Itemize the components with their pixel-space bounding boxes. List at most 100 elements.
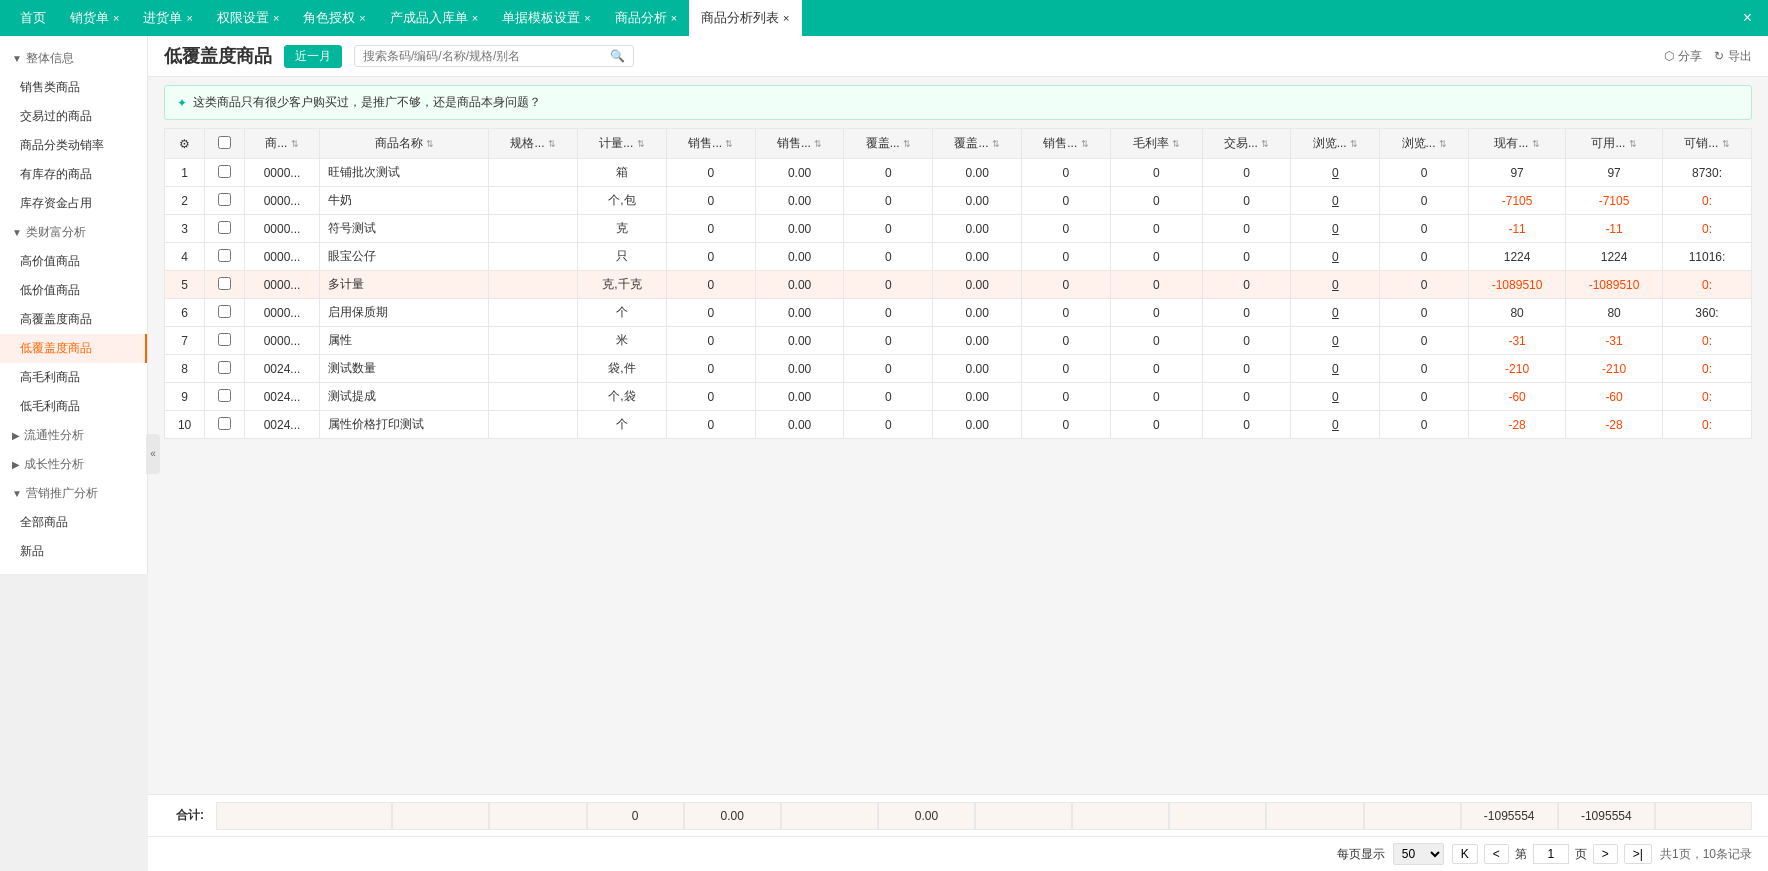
share-button[interactable]: ⬡ 分享 xyxy=(1664,48,1702,65)
sidebar-item-low-value[interactable]: 低价值商品 xyxy=(0,276,147,305)
sort-icon-name[interactable]: ⇅ xyxy=(426,139,434,149)
sidebar-item-low-coverage[interactable]: 低覆盖度商品 xyxy=(0,334,147,363)
sort-icon-cover1[interactable]: ⇅ xyxy=(903,139,911,149)
sidebar-section-overall[interactable]: ▼ 整体信息 xyxy=(0,44,147,73)
last-page-button[interactable]: >| xyxy=(1624,844,1652,864)
search-input[interactable] xyxy=(363,49,606,63)
cell-browse1[interactable]: 0 xyxy=(1291,271,1380,299)
nav-close-templates[interactable]: × xyxy=(584,12,590,24)
sidebar-item-category-rate[interactable]: 商品分类动销率 xyxy=(0,131,147,160)
cell-checkbox[interactable] xyxy=(205,187,245,215)
sort-icon-sales1[interactable]: ⇅ xyxy=(725,139,733,149)
settings-icon[interactable]: ⚙ xyxy=(179,137,190,151)
sort-icon-sellable[interactable]: ⇅ xyxy=(1722,139,1730,149)
window-close-button[interactable]: × xyxy=(1735,9,1760,27)
nav-home[interactable]: 首页 xyxy=(8,0,58,36)
cell-browse1[interactable]: 0 xyxy=(1291,299,1380,327)
sort-icon-profit[interactable]: ⇅ xyxy=(1172,139,1180,149)
select-all-checkbox[interactable] xyxy=(218,136,231,149)
cell-name: 眼宝公仔 xyxy=(320,243,489,271)
row-checkbox[interactable] xyxy=(218,305,231,318)
sidebar-item-capital-usage[interactable]: 库存资金占用 xyxy=(0,189,147,218)
row-checkbox[interactable] xyxy=(218,361,231,374)
cell-browse1[interactable]: 0 xyxy=(1291,215,1380,243)
page-input[interactable] xyxy=(1533,844,1569,864)
next-page-button[interactable]: > xyxy=(1593,844,1618,864)
nav-analysis[interactable]: 商品分析 × xyxy=(603,0,689,36)
sort-icon-code[interactable]: ⇅ xyxy=(291,139,299,149)
row-checkbox[interactable] xyxy=(218,165,231,178)
row-checkbox[interactable] xyxy=(218,389,231,402)
row-checkbox[interactable] xyxy=(218,249,231,262)
cell-checkbox[interactable] xyxy=(205,215,245,243)
sort-icon-current[interactable]: ⇅ xyxy=(1532,139,1540,149)
cell-checkbox[interactable] xyxy=(205,411,245,439)
cell-checkbox[interactable] xyxy=(205,159,245,187)
nav-products[interactable]: 产成品入库单 × xyxy=(378,0,490,36)
sidebar-item-high-coverage[interactable]: 高覆盖度商品 xyxy=(0,305,147,334)
cell-browse1[interactable]: 0 xyxy=(1291,355,1380,383)
nav-close-permissions[interactable]: × xyxy=(273,12,279,24)
cell-checkbox[interactable] xyxy=(205,299,245,327)
search-icon[interactable]: 🔍 xyxy=(610,49,625,63)
cell-spec xyxy=(489,215,578,243)
sidebar-section-quality[interactable]: ▼ 类财富分析 xyxy=(0,218,147,247)
sidebar-collapse-button[interactable]: « xyxy=(146,434,160,474)
sort-icon-sales3[interactable]: ⇅ xyxy=(1081,139,1089,149)
sort-icon-browse2[interactable]: ⇅ xyxy=(1439,139,1447,149)
cell-browse1[interactable]: 0 xyxy=(1291,187,1380,215)
row-checkbox[interactable] xyxy=(218,417,231,430)
sort-icon-available[interactable]: ⇅ xyxy=(1629,139,1637,149)
cell-checkbox[interactable] xyxy=(205,271,245,299)
export-button[interactable]: ↻ 导出 xyxy=(1714,48,1752,65)
sort-icon-cover2[interactable]: ⇅ xyxy=(992,139,1000,149)
col-spec: 规格... ⇅ xyxy=(489,129,578,159)
sidebar-item-high-profit[interactable]: 高毛利商品 xyxy=(0,363,147,392)
sort-icon-browse1[interactable]: ⇅ xyxy=(1350,139,1358,149)
cell-checkbox[interactable] xyxy=(205,243,245,271)
sidebar-item-low-profit[interactable]: 低毛利商品 xyxy=(0,392,147,421)
date-filter-recent-month[interactable]: 近一月 xyxy=(284,45,342,68)
sidebar-item-new-goods[interactable]: 新品 xyxy=(0,537,147,566)
prev-page-button[interactable]: < xyxy=(1484,844,1509,864)
sidebar-section-growth[interactable]: ▶ 成长性分析 xyxy=(0,450,147,479)
row-checkbox[interactable] xyxy=(218,277,231,290)
sidebar-item-sales-goods[interactable]: 销售类商品 xyxy=(0,73,147,102)
cell-checkbox[interactable] xyxy=(205,327,245,355)
nav-templates[interactable]: 单据模板设置 × xyxy=(490,0,602,36)
nav-purchase[interactable]: 进货单 × xyxy=(131,0,204,36)
sort-icon-trade[interactable]: ⇅ xyxy=(1261,139,1269,149)
row-checkbox[interactable] xyxy=(218,193,231,206)
nav-analysis-list[interactable]: 商品分析列表 × xyxy=(689,0,801,36)
nav-sales[interactable]: 销货单 × xyxy=(58,0,131,36)
cell-browse1[interactable]: 0 xyxy=(1291,383,1380,411)
nav-roles[interactable]: 角色授权 × xyxy=(291,0,377,36)
cell-checkbox[interactable] xyxy=(205,383,245,411)
nav-close-analysis-list[interactable]: × xyxy=(783,12,789,24)
nav-close-purchase[interactable]: × xyxy=(186,12,192,24)
row-checkbox[interactable] xyxy=(218,221,231,234)
cell-browse1[interactable]: 0 xyxy=(1291,327,1380,355)
sort-icon-unit[interactable]: ⇅ xyxy=(637,139,645,149)
sidebar-item-all-goods[interactable]: 全部商品 xyxy=(0,508,147,537)
row-checkbox[interactable] xyxy=(218,333,231,346)
sidebar-item-traded-goods[interactable]: 交易过的商品 xyxy=(0,102,147,131)
cell-browse1[interactable]: 0 xyxy=(1291,411,1380,439)
first-page-button[interactable]: K xyxy=(1452,844,1478,864)
sidebar-item-high-value[interactable]: 高价值商品 xyxy=(0,247,147,276)
cell-checkbox[interactable] xyxy=(205,355,245,383)
sidebar-section-marketing[interactable]: ▼ 营销推广分析 xyxy=(0,479,147,508)
nav-close-analysis[interactable]: × xyxy=(671,12,677,24)
cell-browse1[interactable]: 0 xyxy=(1291,159,1380,187)
nav-close-roles[interactable]: × xyxy=(359,12,365,24)
cell-browse1[interactable]: 0 xyxy=(1291,243,1380,271)
nav-close-sales[interactable]: × xyxy=(113,12,119,24)
sort-icon-sales2[interactable]: ⇅ xyxy=(814,139,822,149)
nav-permissions[interactable]: 权限设置 × xyxy=(205,0,291,36)
nav-close-products[interactable]: × xyxy=(472,12,478,24)
sidebar-item-stock-goods[interactable]: 有库存的商品 xyxy=(0,160,147,189)
page-size-select[interactable]: 50 100 200 xyxy=(1393,843,1444,865)
sidebar-section-flow[interactable]: ▶ 流通性分析 xyxy=(0,421,147,450)
sort-icon-spec[interactable]: ⇅ xyxy=(548,139,556,149)
col-settings[interactable]: ⚙ xyxy=(165,129,205,159)
